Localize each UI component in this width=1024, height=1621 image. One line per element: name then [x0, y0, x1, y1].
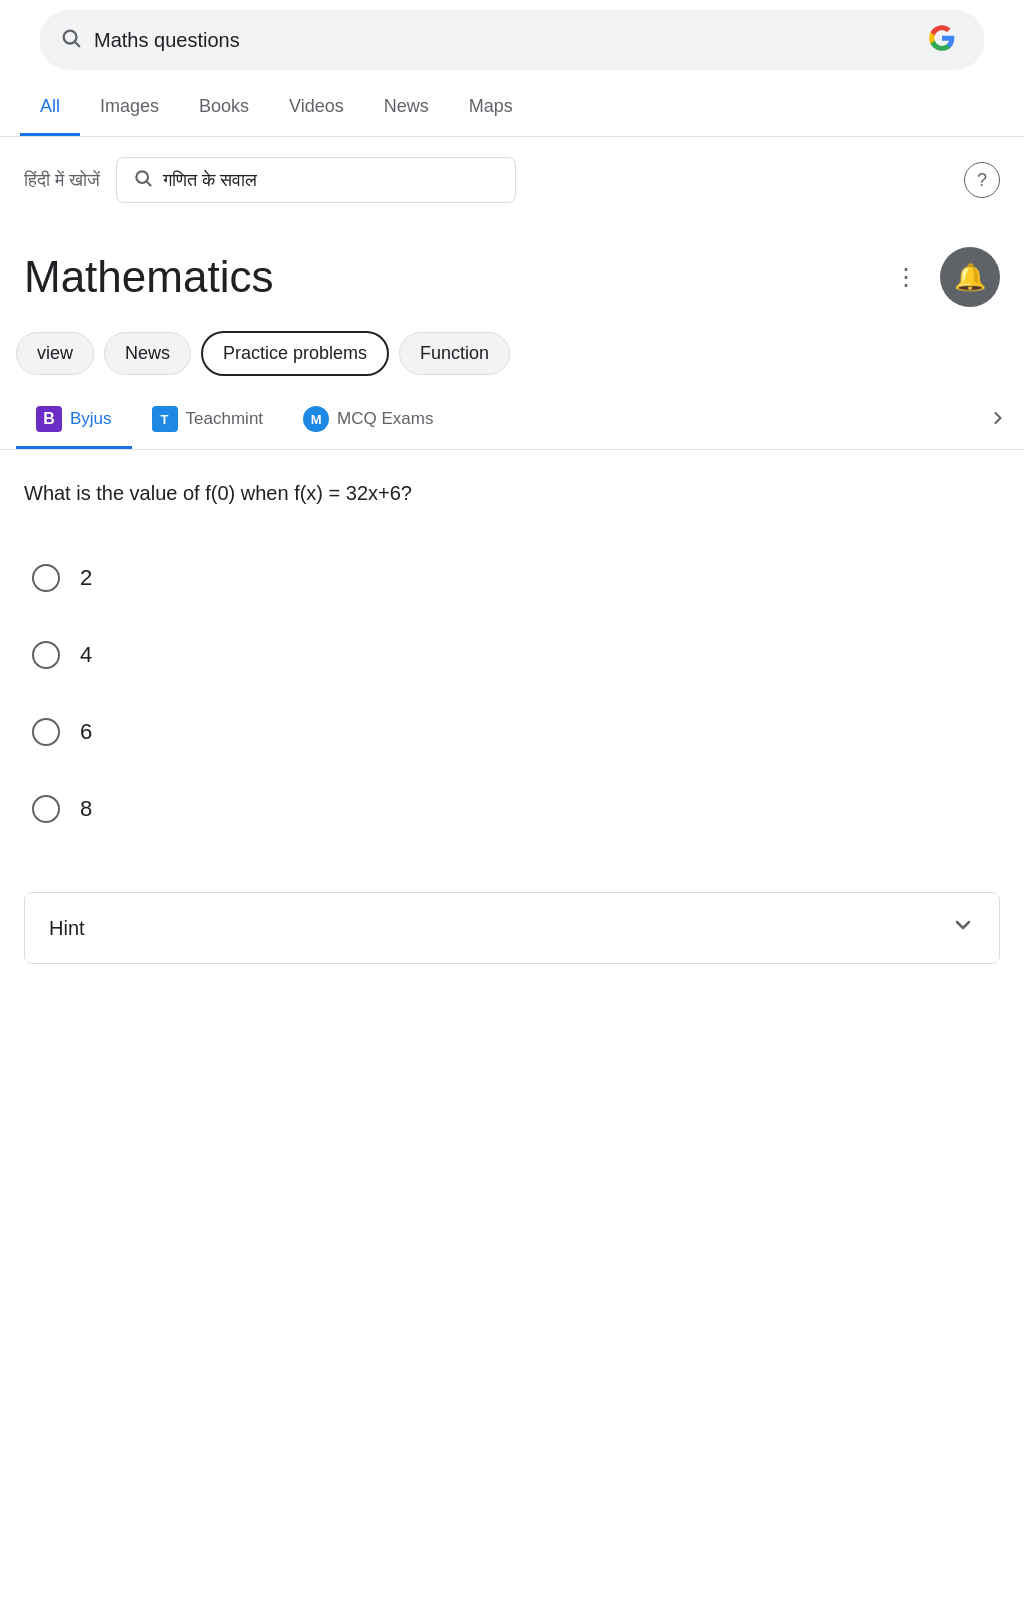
- hindi-search-box[interactable]: गणित के सवाल: [116, 157, 516, 203]
- mcq-label: MCQ Exams: [337, 409, 433, 429]
- chevron-down-icon: [951, 913, 975, 943]
- nav-tab-all[interactable]: All: [20, 80, 80, 136]
- options-list: 2 4 6 8: [24, 540, 1000, 848]
- option-label-3: 6: [80, 719, 92, 745]
- teachmint-icon: T: [152, 406, 178, 432]
- byjus-icon: B: [36, 406, 62, 432]
- hint-label: Hint: [49, 917, 85, 940]
- nav-tab-news[interactable]: News: [364, 80, 449, 136]
- option-label-2: 4: [80, 642, 92, 668]
- top-search-bar[interactable]: Maths questions: [40, 10, 984, 70]
- source-tab-mcq[interactable]: M MCQ Exams: [283, 392, 453, 449]
- more-options-button[interactable]: ⋮: [886, 255, 928, 299]
- option-label-4: 8: [80, 796, 92, 822]
- option-item-1[interactable]: 2: [24, 540, 1000, 617]
- radio-circle-4: [32, 795, 60, 823]
- notification-button[interactable]: 🔔: [940, 247, 1000, 307]
- source-tab-teachmint[interactable]: T Teachmint: [132, 392, 283, 449]
- hint-header[interactable]: Hint: [25, 893, 999, 963]
- byjus-label: Byjus: [70, 409, 112, 429]
- math-title: Mathematics: [24, 252, 874, 302]
- hint-section: Hint: [24, 892, 1000, 964]
- chip-news[interactable]: News: [104, 332, 191, 375]
- option-item-4[interactable]: 8: [24, 771, 1000, 848]
- radio-circle-3: [32, 718, 60, 746]
- chip-function[interactable]: Function: [399, 332, 510, 375]
- hindi-label: हिंदी में खोजें: [24, 170, 100, 191]
- hindi-search-section: हिंदी में खोजें गणित के सवाल ?: [0, 137, 1024, 223]
- search-input-text: Maths questions: [94, 29, 240, 52]
- math-header: Mathematics ⋮ 🔔: [0, 223, 1024, 323]
- teachmint-label: Teachmint: [186, 409, 263, 429]
- option-label-1: 2: [80, 565, 92, 591]
- svg-line-1: [75, 42, 79, 46]
- svg-line-3: [147, 182, 151, 186]
- hindi-search-icon: [133, 168, 153, 192]
- source-tabs: B Byjus T Teachmint M MCQ Exams: [0, 392, 1024, 450]
- search-icon: [60, 27, 82, 53]
- question-text: What is the value of f(0) when f(x) = 32…: [24, 478, 1000, 508]
- help-icon[interactable]: ?: [964, 162, 1000, 198]
- hindi-search-text: गणित के सवाल: [163, 170, 257, 191]
- option-item-2[interactable]: 4: [24, 617, 1000, 694]
- nav-tabs-bar: All Images Books Videos News Maps: [0, 80, 1024, 137]
- option-item-3[interactable]: 6: [24, 694, 1000, 771]
- radio-circle-2: [32, 641, 60, 669]
- radio-circle-1: [32, 564, 60, 592]
- chip-practice-problems[interactable]: Practice problems: [201, 331, 389, 376]
- notification-icon: 🔔: [954, 262, 986, 293]
- mcq-icon: M: [303, 406, 329, 432]
- nav-tab-videos[interactable]: Videos: [269, 80, 364, 136]
- source-tab-byjus[interactable]: B Byjus: [16, 392, 132, 449]
- question-section: What is the value of f(0) when f(x) = 32…: [0, 450, 1024, 876]
- nav-tab-books[interactable]: Books: [179, 80, 269, 136]
- category-chips: view News Practice problems Function: [0, 323, 1024, 392]
- google-icon: [928, 24, 956, 56]
- nav-tab-images[interactable]: Images: [80, 80, 179, 136]
- nav-tab-maps[interactable]: Maps: [449, 80, 533, 136]
- more-tabs-button[interactable]: [988, 408, 1008, 434]
- chip-view[interactable]: view: [16, 332, 94, 375]
